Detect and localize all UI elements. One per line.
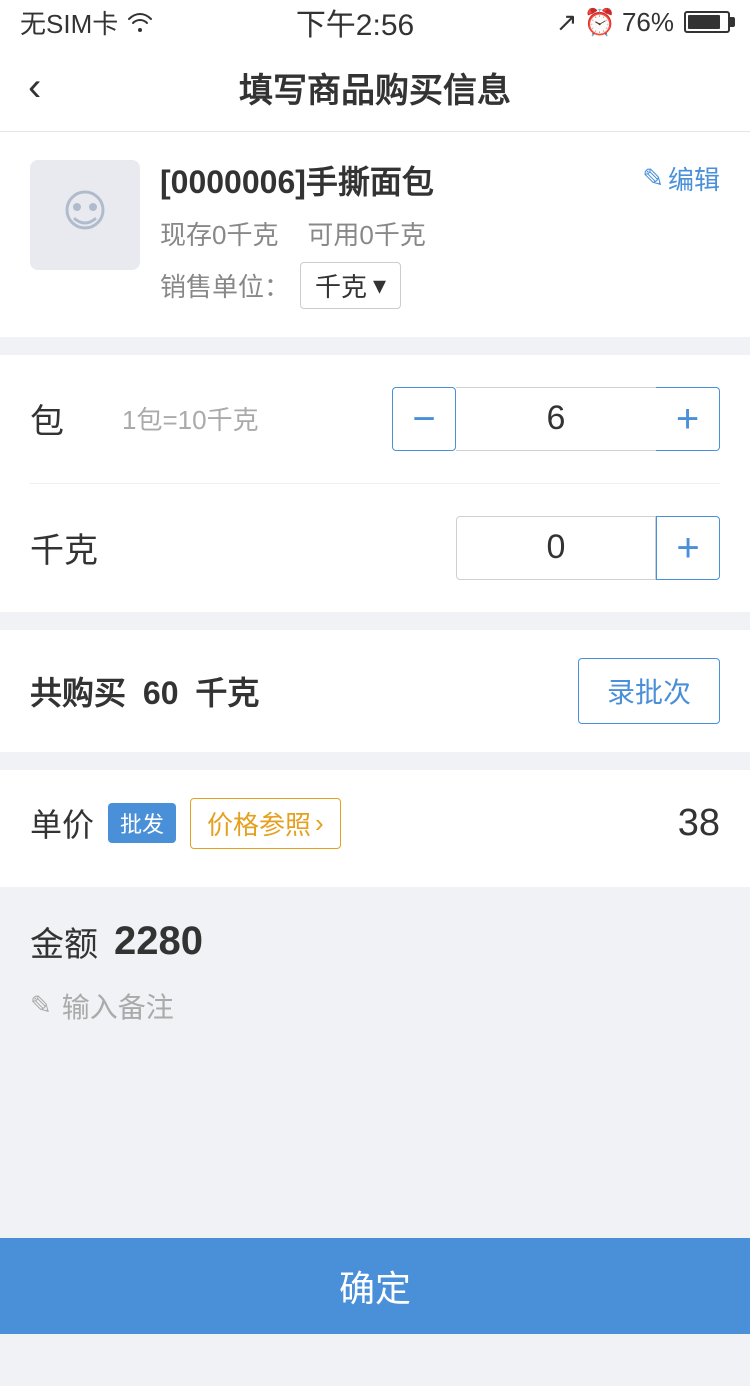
confirm-button[interactable]: 确定: [339, 1260, 411, 1312]
back-button[interactable]: ‹: [28, 65, 41, 110]
carrier-text: 无SIM卡: [20, 4, 118, 41]
page-title: 填写商品购买信息: [239, 63, 511, 112]
product-logo-icon: [55, 185, 115, 245]
quantity-section: 包 1包=10千克 − + 千克 +: [0, 355, 750, 612]
edit-icon: ✎: [642, 163, 664, 194]
status-bar: 无SIM卡 下午2:56 ↗ ⏰ 76%: [0, 0, 750, 44]
amount-row: 金额 2280: [30, 917, 720, 966]
battery-percent: 76%: [622, 7, 674, 38]
price-label: 单价: [30, 800, 94, 846]
summary-section: 共购买 60 千克 录批次: [0, 630, 750, 752]
bag-label: 包: [30, 394, 110, 443]
quantity-row-kg: 千克 +: [30, 484, 720, 612]
kg-label: 千克: [30, 523, 110, 572]
batch-button[interactable]: 录批次: [578, 658, 720, 724]
amount-value: 2280: [114, 919, 203, 964]
summary-text: 共购买 60 千克: [30, 668, 259, 714]
amount-label: 金额: [30, 917, 98, 966]
confirm-bar[interactable]: 确定: [0, 1238, 750, 1334]
quantity-row-bag: 包 1包=10千克 − +: [30, 355, 720, 484]
bag-plus-button[interactable]: +: [656, 387, 720, 451]
unit-select[interactable]: 千克 ▾: [300, 262, 401, 309]
product-thumbnail: [30, 160, 140, 270]
price-row: 单价 批发 价格参照 › 38: [30, 798, 720, 849]
edit-button[interactable]: ✎ 编辑: [642, 160, 720, 197]
bag-controls: − +: [392, 387, 720, 451]
kg-plus-button[interactable]: +: [656, 516, 720, 580]
dropdown-arrow-icon: ▾: [373, 270, 386, 301]
price-ref-button[interactable]: 价格参照 ›: [190, 798, 341, 849]
nav-bar: ‹ 填写商品购买信息: [0, 44, 750, 132]
wifi-icon: [126, 12, 154, 32]
kg-controls: +: [456, 516, 720, 580]
unit-label: 销售单位：: [160, 267, 290, 304]
note-placeholder: 输入备注: [62, 986, 174, 1026]
price-section: 单价 批发 价格参照 › 38: [0, 770, 750, 887]
chevron-right-icon: ›: [315, 808, 324, 839]
battery-icon: [684, 11, 730, 33]
bag-minus-button[interactable]: −: [392, 387, 456, 451]
note-edit-icon: ✎: [30, 990, 52, 1021]
price-value: 38: [678, 802, 720, 845]
product-unit-row: 销售单位： 千克 ▾: [160, 262, 720, 309]
product-card: [0000006]手撕面包 ✎ 编辑 现存0千克 可用0千克 销售单位： 千克 …: [0, 132, 750, 337]
product-info: [0000006]手撕面包 ✎ 编辑 现存0千克 可用0千克 销售单位： 千克 …: [160, 160, 720, 309]
bag-quantity-input[interactable]: [456, 387, 656, 451]
bag-sub-label: 1包=10千克: [122, 400, 259, 437]
kg-quantity-input[interactable]: [456, 516, 656, 580]
location-icon: ↗: [556, 7, 578, 38]
price-tag-batch: 批发: [108, 803, 176, 843]
amount-section: 金额 2280 ✎ 输入备注: [0, 887, 750, 1046]
content-spacer: [0, 1046, 750, 1386]
status-right: ↗ ⏰ 76%: [556, 7, 730, 38]
note-row[interactable]: ✎ 输入备注: [30, 986, 720, 1046]
product-stock: 现存0千克 可用0千克: [160, 215, 720, 252]
summary-amount: 60: [143, 675, 179, 711]
alarm-icon: ⏰: [584, 7, 616, 38]
status-time: 下午2:56: [296, 0, 414, 44]
status-carrier: 无SIM卡: [20, 4, 154, 41]
product-name: [0000006]手撕面包: [160, 160, 434, 205]
